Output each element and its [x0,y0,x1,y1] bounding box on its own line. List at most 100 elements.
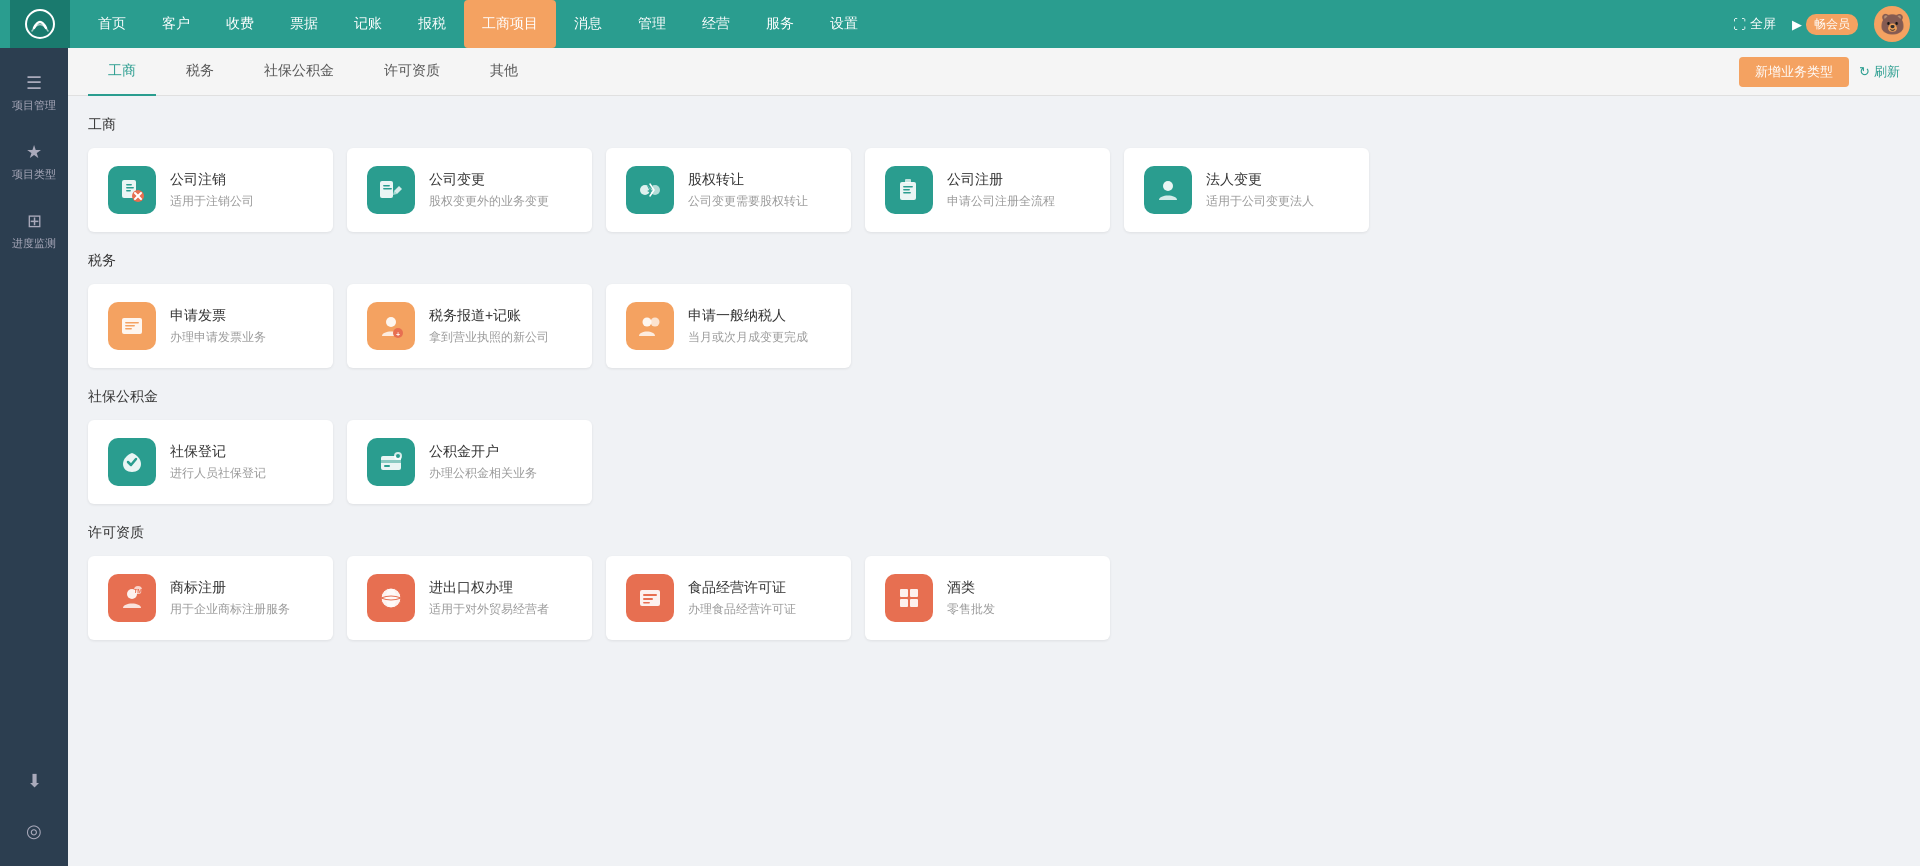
tab-license[interactable]: 许可资质 [364,48,460,96]
svg-rect-17 [903,192,911,194]
location-icon: ◎ [26,820,42,842]
nav-service[interactable]: 服务 [748,0,812,48]
download-icon: ⬇ [27,770,42,792]
card-desc-equity-transfer: 公司变更需要股权转让 [688,193,808,210]
card-desc-company-cancel: 适用于注销公司 [170,193,254,210]
card-info-trademark-register: 商标注册 用于企业商标注册服务 [170,579,290,618]
svg-rect-47 [910,599,918,607]
card-social-insurance-register[interactable]: 社保登记 进行人员社保登记 [88,420,333,504]
card-equity-transfer[interactable]: ¥ 股权转让 公司变更需要股权转让 [606,148,851,232]
card-apply-invoice[interactable]: 申请发票 办理申请发票业务 [88,284,333,368]
card-icon-company-register [885,166,933,214]
nav-settings[interactable]: 设置 [812,0,876,48]
card-info-equity-transfer: 股权转让 公司变更需要股权转让 [688,171,808,210]
add-business-type-button[interactable]: 新增业务类型 [1739,57,1849,87]
card-alcohol[interactable]: 酒类 零售批发 [865,556,1110,640]
svg-rect-30 [381,460,401,463]
avatar[interactable]: 🐻 [1874,6,1910,42]
tab-commerce[interactable]: 工商 [88,48,156,96]
nav-tax[interactable]: 报税 [400,0,464,48]
card-desc-apply-general-taxpayer: 当月或次月成变更完成 [688,329,808,346]
refresh-button[interactable]: ↻ 刷新 [1859,63,1900,81]
svg-rect-22 [125,325,135,327]
star-icon: ★ [26,141,42,163]
top-navigation: 首页 客户 收费 票据 记账 报税 工商项目 消息 管理 经营 服务 设置 ⛶ … [0,0,1920,48]
card-icon-food-license [626,574,674,622]
nav-commerce[interactable]: 工商项目 [464,0,556,48]
card-food-license[interactable]: 食品经营许可证 办理食品经营许可证 [606,556,851,640]
card-desc-trademark-register: 用于企业商标注册服务 [170,601,290,618]
tab-social-insurance[interactable]: 社保公积金 [244,48,354,96]
vip-button[interactable]: ▶ 畅会员 [1792,14,1858,35]
card-apply-general-taxpayer[interactable]: 申请一般纳税人 当月或次月成变更完成 [606,284,851,368]
refresh-label: 刷新 [1874,63,1900,81]
card-info-company-cancel: 公司注销 适用于注销公司 [170,171,254,210]
cards-grid-tax: 申请发票 办理申请发票业务 + 税务报道 [88,284,1900,368]
card-icon-company-change [367,166,415,214]
fullscreen-button[interactable]: ⛶ 全屏 [1733,15,1776,33]
card-company-change[interactable]: 公司变更 股权变更外的业务变更 [347,148,592,232]
card-icon-apply-general-taxpayer [626,302,674,350]
card-name-alcohol: 酒类 [947,579,995,597]
tab-tax[interactable]: 税务 [166,48,234,96]
svg-rect-10 [383,188,392,190]
svg-rect-14 [900,182,916,200]
card-icon-import-export [367,574,415,622]
card-name-housing-fund: 公积金开户 [429,443,537,461]
list-icon: ☰ [26,72,42,94]
cards-grid-license: TM 商标注册 用于企业商标注册服务 [88,556,1900,640]
card-desc-legal-person-change: 适用于公司变更法人 [1206,193,1314,210]
sidebar-location-button[interactable]: ◎ [0,806,68,856]
card-housing-fund[interactable]: 公积金开户 办理公积金相关业务 [347,420,592,504]
nav-invoice[interactable]: 票据 [272,0,336,48]
card-desc-company-change: 股权变更外的业务变更 [429,193,549,210]
svg-rect-16 [903,189,910,191]
logo[interactable] [10,0,70,48]
card-desc-alcohol: 零售批发 [947,601,995,618]
fullscreen-icon: ⛶ [1733,17,1746,32]
svg-rect-18 [905,179,911,183]
card-company-register[interactable]: 公司注册 申请公司注册全流程 [865,148,1110,232]
card-icon-tax-bookkeeping: + [367,302,415,350]
tabs-bar: 工商 税务 社保公积金 许可资质 其他 新增业务类型 ↻ 刷新 [68,48,1920,96]
nav-bookkeeping[interactable]: 记账 [336,0,400,48]
nav-message[interactable]: 消息 [556,0,620,48]
tab-other[interactable]: 其他 [470,48,538,96]
card-legal-person-change[interactable]: 法人变更 适用于公司变更法人 [1124,148,1369,232]
card-name-company-change: 公司变更 [429,171,549,189]
card-icon-housing-fund [367,438,415,486]
sidebar-download-button[interactable]: ⬇ [0,756,68,806]
sidebar-label-project-manage: 项目管理 [12,98,56,113]
nav-fee[interactable]: 收费 [208,0,272,48]
section-title-social-insurance: 社保公积金 [88,388,1900,406]
card-trademark-register[interactable]: TM 商标注册 用于企业商标注册服务 [88,556,333,640]
svg-rect-31 [384,465,390,467]
card-company-cancel[interactable]: 公司注销 适用于注销公司 [88,148,333,232]
card-info-housing-fund: 公积金开户 办理公积金相关业务 [429,443,537,482]
svg-point-24 [386,317,396,327]
nav-customer[interactable]: 客户 [144,0,208,48]
nav-home[interactable]: 首页 [80,0,144,48]
sidebar-item-project-type[interactable]: ★ 项目类型 [0,127,68,196]
sidebar-item-project-manage[interactable]: ☰ 项目管理 [0,58,68,127]
card-desc-company-register: 申请公司注册全流程 [947,193,1055,210]
sidebar-item-progress-monitor[interactable]: ⊞ 进度监测 [0,196,68,265]
svg-rect-46 [900,599,908,607]
svg-rect-15 [903,186,913,188]
card-icon-apply-invoice [108,302,156,350]
card-import-export[interactable]: 进出口权办理 适用于对外贸易经营者 [347,556,592,640]
svg-point-33 [396,454,400,458]
card-info-apply-invoice: 申请发票 办理申请发票业务 [170,307,266,346]
svg-rect-41 [643,594,657,596]
section-title-tax: 税务 [88,252,1900,270]
card-name-tax-bookkeeping: 税务报道+记账 [429,307,549,325]
card-tax-bookkeeping[interactable]: + 税务报道+记账 拿到营业执照的新公司 [347,284,592,368]
card-icon-equity-transfer: ¥ [626,166,674,214]
vip-label: 畅会员 [1806,14,1858,35]
card-desc-import-export: 适用于对外贸易经营者 [429,601,549,618]
nav-menu: 首页 客户 收费 票据 记账 报税 工商项目 消息 管理 经营 服务 设置 [80,0,1733,48]
nav-manage[interactable]: 管理 [620,0,684,48]
card-name-trademark-register: 商标注册 [170,579,290,597]
nav-operation[interactable]: 经营 [684,0,748,48]
svg-rect-21 [125,322,139,324]
